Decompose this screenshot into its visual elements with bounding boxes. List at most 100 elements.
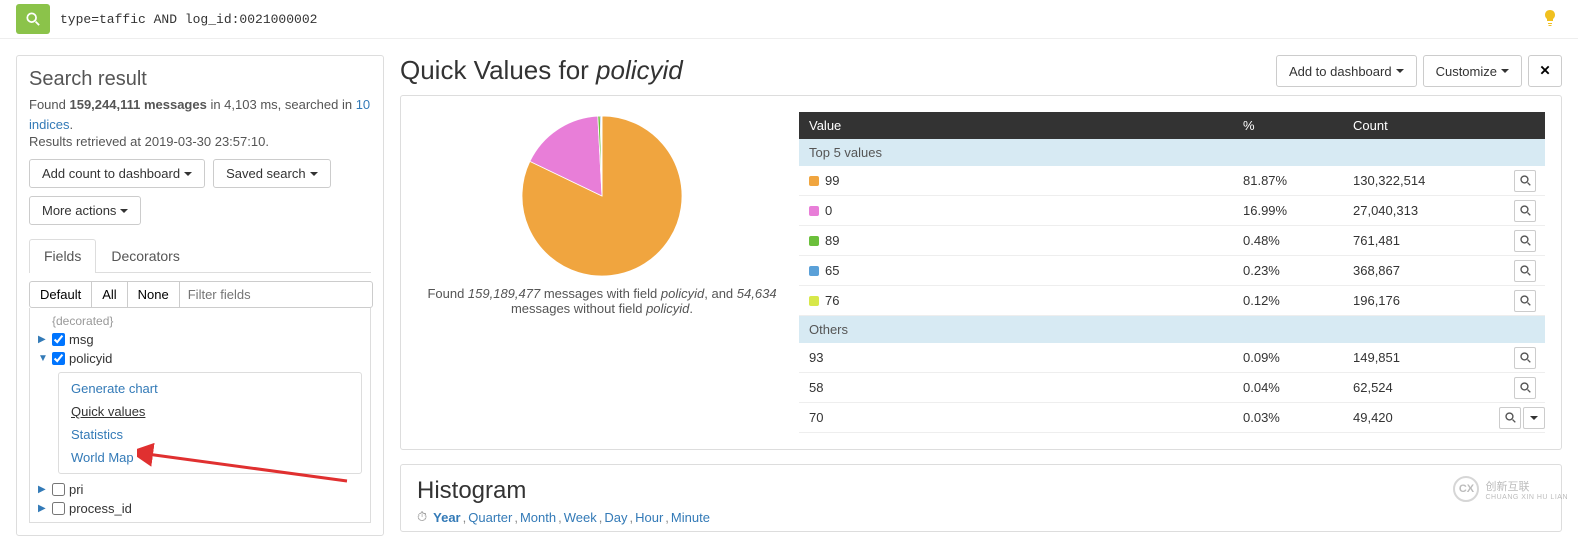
row-count: 49,420 — [1349, 403, 1499, 432]
filter-fields-input[interactable] — [179, 281, 373, 308]
row-percent: 0.12% — [1239, 286, 1349, 315]
field-item-process-id[interactable]: process_id — [30, 499, 370, 518]
search-button[interactable] — [16, 4, 50, 34]
magnify-button[interactable] — [1514, 200, 1536, 222]
found-count: 159,244,111 messages — [69, 97, 206, 112]
expand-icon[interactable] — [38, 484, 48, 495]
found-prefix: Found — [29, 97, 69, 112]
field-checkbox-process-id[interactable] — [52, 502, 65, 515]
row-percent: 16.99% — [1239, 196, 1349, 225]
magnify-button[interactable] — [1514, 230, 1536, 252]
others-header: Others — [799, 316, 1545, 343]
customize-button[interactable]: Customize — [1423, 55, 1522, 87]
submenu-quick-values[interactable]: Quick values — [59, 400, 361, 423]
row-percent: 0.48% — [1239, 226, 1349, 255]
caret-icon — [1501, 69, 1509, 73]
search-icon — [1520, 205, 1531, 216]
caret-icon — [1530, 416, 1538, 420]
add-to-dashboard-button[interactable]: Add to dashboard — [1276, 55, 1417, 87]
table-row: 9981.87%130,322,514 — [799, 166, 1545, 196]
field-checkbox-msg[interactable] — [52, 333, 65, 346]
table-row: 580.04%62,524 — [799, 373, 1545, 403]
table-row: 70 0.03%49,420 — [799, 403, 1545, 433]
watermark-brand: 创新互联 — [1485, 478, 1568, 494]
quick-values-title: Quick Values for policyid — [400, 55, 683, 86]
row-value: 70 — [809, 410, 823, 425]
magnify-button[interactable] — [1514, 260, 1536, 282]
dropdown-button[interactable] — [1523, 407, 1545, 429]
cap2: messages with field — [540, 286, 661, 301]
top5-header: Top 5 values — [799, 139, 1545, 166]
submenu-statistics[interactable]: Statistics — [59, 423, 361, 446]
qv-title-field: policyid — [596, 55, 683, 85]
filter-none-button[interactable]: None — [127, 281, 180, 308]
tab-fields[interactable]: Fields — [29, 239, 96, 273]
search-result-summary: Found 159,244,111 messages in 4,103 ms, … — [29, 95, 371, 134]
row-percent: 0.09% — [1239, 343, 1349, 372]
close-icon: ✕ — [1539, 63, 1550, 79]
saved-search-button[interactable]: Saved search — [213, 159, 331, 188]
cap1: Found — [427, 286, 467, 301]
row-count: 149,851 — [1349, 343, 1505, 372]
field-label: pri — [69, 482, 83, 497]
field-submenu: Generate chart Quick values Statistics W… — [58, 372, 362, 474]
filter-default-button[interactable]: Default — [29, 281, 92, 308]
pie-chart — [522, 116, 682, 276]
magnify-button[interactable] — [1514, 170, 1536, 192]
watermark-logo: CX — [1453, 476, 1479, 502]
row-count: 62,524 — [1349, 373, 1505, 402]
search-icon — [26, 12, 40, 26]
tab-decorators[interactable]: Decorators — [96, 239, 194, 272]
magnify-button[interactable] — [1514, 290, 1536, 312]
table-row: 93 0.09%149,851 — [799, 343, 1545, 373]
row-value: 93 — [809, 350, 823, 365]
search-query-input[interactable] — [60, 12, 1544, 27]
magnify-button[interactable] — [1514, 377, 1536, 399]
color-swatch — [809, 296, 819, 306]
add-count-label: Add count to dashboard — [42, 166, 180, 181]
close-button[interactable]: ✕ — [1528, 55, 1562, 87]
col-value: Value — [799, 112, 1239, 139]
retrieved-at: Results retrieved at 2019-03-30 23:57:10… — [29, 134, 371, 149]
decorated-label: {decorated} — [30, 312, 370, 330]
field-item-policyid[interactable]: policyid — [30, 349, 370, 368]
histogram-panel: Histogram Year, Quarter, Month, Week, Da… — [400, 464, 1562, 532]
row-value: 76 — [825, 293, 839, 308]
submenu-generate-chart[interactable]: Generate chart — [59, 377, 361, 400]
color-swatch — [809, 266, 819, 276]
quick-values-chart-box: Found 159,189,477 messages with field po… — [400, 95, 1562, 450]
add-count-dashboard-button[interactable]: Add count to dashboard — [29, 159, 205, 188]
table-row: 016.99%27,040,313 — [799, 196, 1545, 226]
submenu-world-map[interactable]: World Map — [59, 446, 361, 469]
row-value: 65 — [825, 263, 839, 278]
watermark-sub: CHUANG XIN HU LIAN — [1485, 494, 1568, 501]
field-item-msg[interactable]: msg — [30, 330, 370, 349]
search-result-title: Search result — [29, 68, 371, 91]
add-dash-label: Add to dashboard — [1289, 64, 1392, 79]
found-ms: in 4,103 ms, searched in — [207, 97, 356, 112]
pie-caption: Found 159,189,477 messages with field po… — [417, 286, 787, 316]
row-value: 99 — [825, 173, 839, 188]
field-checkbox-pri[interactable] — [52, 483, 65, 496]
caret-icon — [120, 209, 128, 213]
capf2: policyid — [646, 301, 689, 316]
magnify-button[interactable] — [1499, 407, 1521, 429]
expand-icon[interactable] — [38, 334, 48, 345]
filter-all-button[interactable]: All — [91, 281, 127, 308]
field-label: process_id — [69, 501, 132, 516]
row-value: 89 — [825, 233, 839, 248]
more-actions-label: More actions — [42, 203, 116, 218]
lightbulb-icon[interactable] — [1544, 10, 1556, 29]
table-row: 650.23%368,867 — [799, 256, 1545, 286]
color-swatch — [809, 176, 819, 186]
magnify-button[interactable] — [1514, 347, 1536, 369]
field-checkbox-policyid[interactable] — [52, 352, 65, 365]
expand-icon[interactable] — [38, 503, 48, 514]
search-icon — [1505, 412, 1516, 423]
customize-label: Customize — [1436, 64, 1497, 79]
row-percent: 0.03% — [1239, 403, 1349, 432]
field-item-pri[interactable]: pri — [30, 480, 370, 499]
more-actions-button[interactable]: More actions — [29, 196, 141, 225]
collapse-icon[interactable] — [38, 353, 48, 364]
row-percent: 0.04% — [1239, 373, 1349, 402]
